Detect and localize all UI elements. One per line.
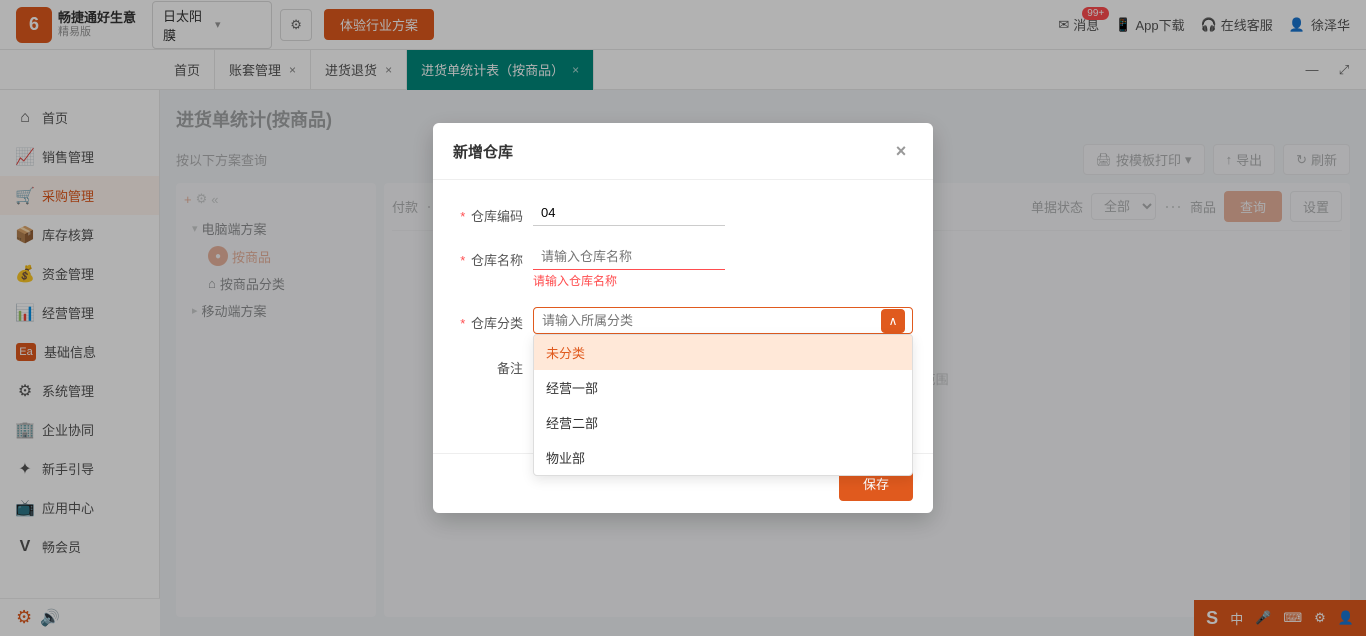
- code-input-wrap: [533, 200, 913, 226]
- dropdown-item-unclassified[interactable]: 未分类: [534, 335, 912, 370]
- modal-title: 新增仓库: [453, 141, 513, 162]
- warehouse-category-row: * 仓库分类 ∧ 未分类 经营一部 经营二部 物业部: [453, 307, 913, 334]
- category-dropdown-arrow[interactable]: ∧: [881, 309, 905, 333]
- dropdown-item-dept1[interactable]: 经营一部: [534, 370, 912, 405]
- note-label: 备注: [453, 352, 533, 377]
- name-label: * 仓库名称: [453, 244, 533, 269]
- name-error-text: 请输入仓库名称: [533, 272, 913, 289]
- category-select-wrap: ∧ 未分类 经营一部 经营二部 物业部: [533, 307, 913, 334]
- new-warehouse-modal: 新增仓库 × * 仓库编码 * 仓库名称: [433, 123, 933, 513]
- warehouse-code-row: * 仓库编码: [453, 200, 913, 226]
- modal-header: 新增仓库 ×: [433, 123, 933, 180]
- category-label: * 仓库分类: [453, 307, 533, 332]
- modal-overlay: 新增仓库 × * 仓库编码 * 仓库名称: [0, 0, 1366, 636]
- warehouse-name-row: * 仓库名称 请输入仓库名称: [453, 244, 913, 289]
- modal-close-button[interactable]: ×: [889, 139, 913, 163]
- category-dropdown-list: 未分类 经营一部 经营二部 物业部: [533, 334, 913, 476]
- modal-body: * 仓库编码 * 仓库名称 请输入仓库名称: [433, 180, 933, 453]
- category-input[interactable]: [533, 307, 913, 334]
- warehouse-name-input[interactable]: [533, 244, 725, 270]
- name-input-wrap: 请输入仓库名称: [533, 244, 913, 289]
- dropdown-item-dept2[interactable]: 经营二部: [534, 405, 912, 440]
- warehouse-code-input[interactable]: [533, 200, 725, 226]
- dropdown-item-property[interactable]: 物业部: [534, 440, 912, 475]
- code-label: * 仓库编码: [453, 200, 533, 225]
